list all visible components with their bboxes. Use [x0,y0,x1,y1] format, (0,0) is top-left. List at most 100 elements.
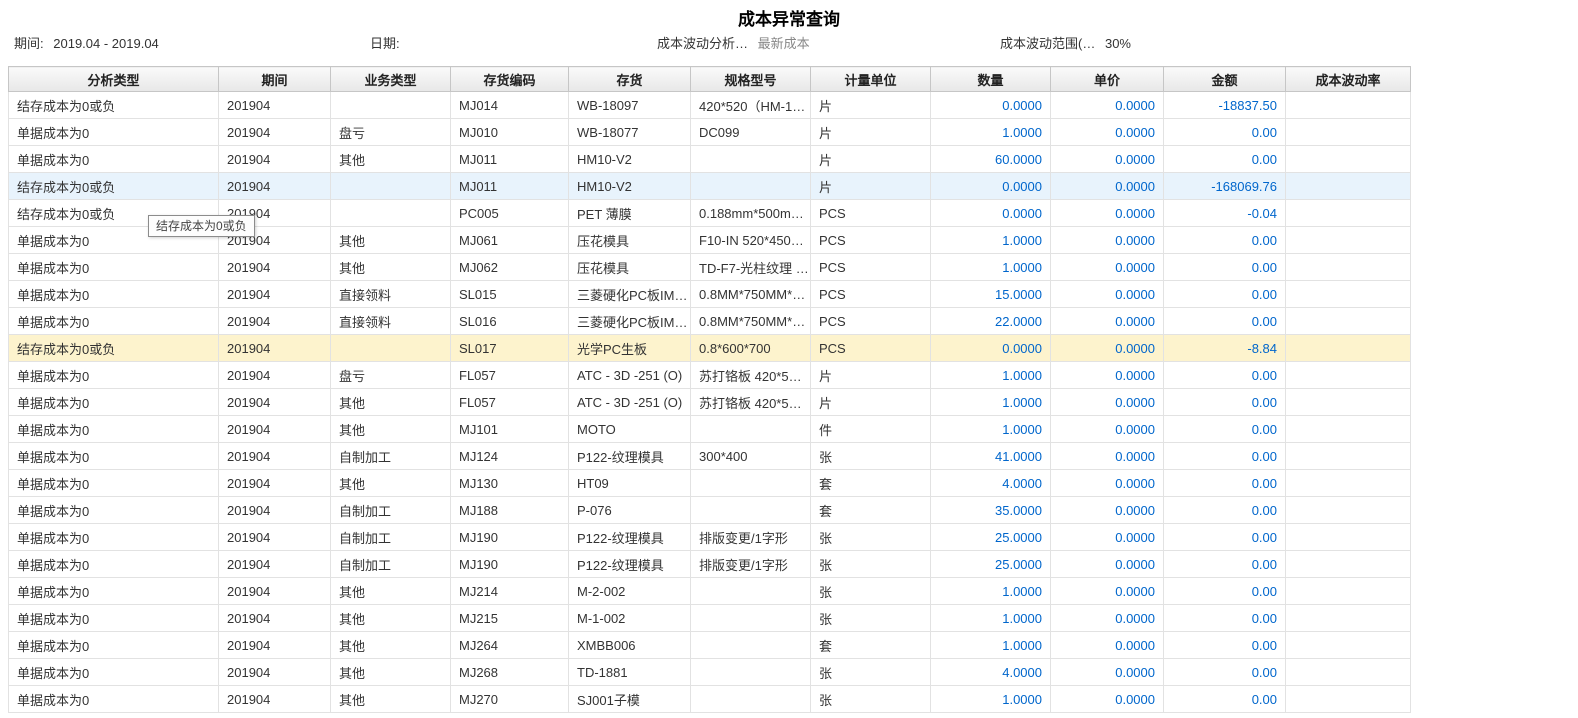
table-row[interactable]: 单据成本为0 201904 自制加工 MJ190 P122-纹理模具 排版变更/1字形张 2… [8,523,1411,551]
column-header-6[interactable]: 规格型号 [690,66,811,92]
table-row[interactable]: 单据成本为0 201904 自制加工 MJ124 P122-纹理模具 300*400 张 41… [8,442,1411,470]
table-cell: -18837.50 [1163,91,1286,119]
column-header-8[interactable]: 数量 [930,66,1051,92]
table-cell: MJ130 [450,469,569,497]
analysis-value[interactable]: 最新成本 [758,36,810,51]
table-row[interactable]: 单据成本为0 201904 其他 MJ270 SJ001子模 张 1.0000 0.0000 0… [8,685,1411,713]
table-cell: 22.0000 [930,307,1051,335]
table-row[interactable]: 单据成本为0 201904 其他 MJ062 压花模具 TD-F7-光柱纹理 … PCS 1.… [8,253,1411,281]
table-row[interactable]: 单据成本为0 201904 盘亏 MJ010 WB-18077 DC099 片 1.0000 0… [8,118,1411,146]
tooltip-text: 结存成本为0或负 [156,219,247,233]
filter-date: 日期: [370,33,406,52]
table-row[interactable]: 单据成本为0 201904 直接领料 SL016 三菱硬化PC板IM… 0.8MM*750… [8,307,1411,335]
table-row[interactable]: 结存成本为0或负 201904 SL017 光学PC生板 0.8*600*700 PCS 0… [8,334,1411,362]
table-cell [1285,388,1411,416]
table-cell: 0.0000 [1050,145,1164,173]
table-cell: 单据成本为0 [8,604,219,632]
table-cell: SL015 [450,280,569,308]
table-cell: 0.0000 [1050,118,1164,146]
period-value[interactable]: 2019.04 - 2019.04 [53,36,159,51]
table-row[interactable]: 单据成本为0 201904 盘亏 FL057 ATC - 3D -251 (O) 苏打铬板… [8,361,1411,389]
table-cell: 201904 [218,442,331,470]
table-cell: 0.0000 [1050,361,1164,389]
table-row[interactable]: 单据成本为0 201904 其他 MJ101 MOTO 件 1.0000 0.0000 0.00 [8,415,1411,443]
table-cell [1285,145,1411,173]
table-cell: 0.00 [1163,253,1286,281]
table-cell: 1.0000 [930,226,1051,254]
table-cell: 201904 [218,550,331,578]
table-cell: 其他 [330,226,451,254]
table-cell: PCS [810,226,931,254]
table-cell: 苏打铬板 420*5… [690,361,811,389]
column-header-9[interactable]: 单价 [1050,66,1164,92]
table-cell [1285,442,1411,470]
table-cell: 201904 [218,361,331,389]
table-cell [1285,415,1411,443]
table-row[interactable]: 结存成本为0或负 201904 MJ011 HM10-V2 片 0.0000 0.0000-… [8,172,1411,200]
table-cell: 单据成本为0 [8,415,219,443]
page-title: 成本异常查询 [738,10,840,29]
table-row[interactable]: 单据成本为0 201904 其他 MJ011 HM10-V2 片 60.0000 0.0000… [8,145,1411,173]
table-cell: 201904 [218,145,331,173]
table-cell: 盘亏 [330,118,451,146]
table-cell: 片 [810,91,931,119]
table-cell: 其他 [330,577,451,605]
table-cell [690,658,811,686]
table-cell: 其他 [330,469,451,497]
table-cell: 压花模具 [568,226,691,254]
table-cell: 张 [810,577,931,605]
table-cell: MJ190 [450,523,569,551]
table-header-row: 分析类型 期间 业务类型 存货编码 存货 规格型号 计量单位 数量 单价 金额 成本波动率 [8,66,1411,92]
table-row[interactable]: 单据成本为0 201904 其他 MJ130 HT09 套 4.0000 0.0000 0.00 [8,469,1411,497]
table-row[interactable]: 单据成本为0 201904 直接领料 SL015 三菱硬化PC板IM… 0.8MM*750… [8,280,1411,308]
table-row[interactable]: 单据成本为0 201904 自制加工 MJ188 P-076 套 35.0000 0.0000… [8,496,1411,524]
table-row[interactable]: 单据成本为0 201904 其他 MJ268 TD-1881 张 4.0000 0.0000 0… [8,658,1411,686]
table-row[interactable]: 结存成本为0或负 201904 MJ014 WB-18097 420*520（HM-1…… [8,91,1411,119]
table-cell: 单据成本为0 [8,280,219,308]
table-cell: 其他 [330,415,451,443]
table-cell: 片 [810,145,931,173]
table-cell [1285,226,1411,254]
table-row[interactable]: 单据成本为0 201904 其他 MJ215 M-1-002 张 1.0000 0.0000 0… [8,604,1411,632]
table-cell: 25.0000 [930,550,1051,578]
table-cell: MJ215 [450,604,569,632]
table-cell: 0.00 [1163,442,1286,470]
table-cell: 1.0000 [930,685,1051,713]
table-cell: 单据成本为0 [8,577,219,605]
table-cell: 201904 [218,631,331,659]
table-cell: 0.8*600*700 [690,334,811,362]
table-cell: 排版变更/1字形 [690,523,811,551]
table-cell: 0.0000 [1050,253,1164,281]
column-header-7[interactable]: 计量单位 [810,66,931,92]
column-header-3[interactable]: 业务类型 [330,66,451,92]
table-cell: MJ124 [450,442,569,470]
table-cell: 0.00 [1163,280,1286,308]
table-cell: -8.84 [1163,334,1286,362]
table-cell: 直接领料 [330,307,451,335]
filter-period: 期间: 2019.04 - 2019.04 [14,33,159,52]
table-row[interactable]: 单据成本为0 201904 自制加工 MJ190 P122-纹理模具 排版变更/1字形张 2… [8,550,1411,578]
table-cell: P122-纹理模具 [568,523,691,551]
table-row[interactable]: 单据成本为0 201904 其他 MJ214 M-2-002 张 1.0000 0.0000 0… [8,577,1411,605]
table-cell: 300*400 [690,442,811,470]
range-value[interactable]: 30% [1105,36,1131,51]
table-row[interactable]: 单据成本为0 201904 其他 FL057 ATC - 3D -251 (O) 苏打铬板… [8,388,1411,416]
table-cell: 套 [810,631,931,659]
table-cell [690,145,811,173]
column-header-5[interactable]: 存货 [568,66,691,92]
column-header-11[interactable]: 成本波动率 [1285,66,1411,92]
column-header-1[interactable]: 分析类型 [8,66,219,92]
table-cell: 201904 [218,685,331,713]
table-row[interactable]: 单据成本为0 201904 其他 MJ264 XMBB006 套 1.0000 0.0000 0… [8,631,1411,659]
table-cell: 单据成本为0 [8,685,219,713]
analysis-label: 成本波动分析… [657,36,749,51]
column-header-4[interactable]: 存货编码 [450,66,569,92]
table-cell: P-076 [568,496,691,524]
table-cell: 单据成本为0 [8,361,219,389]
column-header-10[interactable]: 金额 [1163,66,1286,92]
table-cell: 0.0000 [930,334,1051,362]
table-cell: MJ011 [450,145,569,173]
column-header-2[interactable]: 期间 [218,66,331,92]
table-cell: F10-IN 520*450… [690,226,811,254]
table-cell: 0.0000 [1050,685,1164,713]
